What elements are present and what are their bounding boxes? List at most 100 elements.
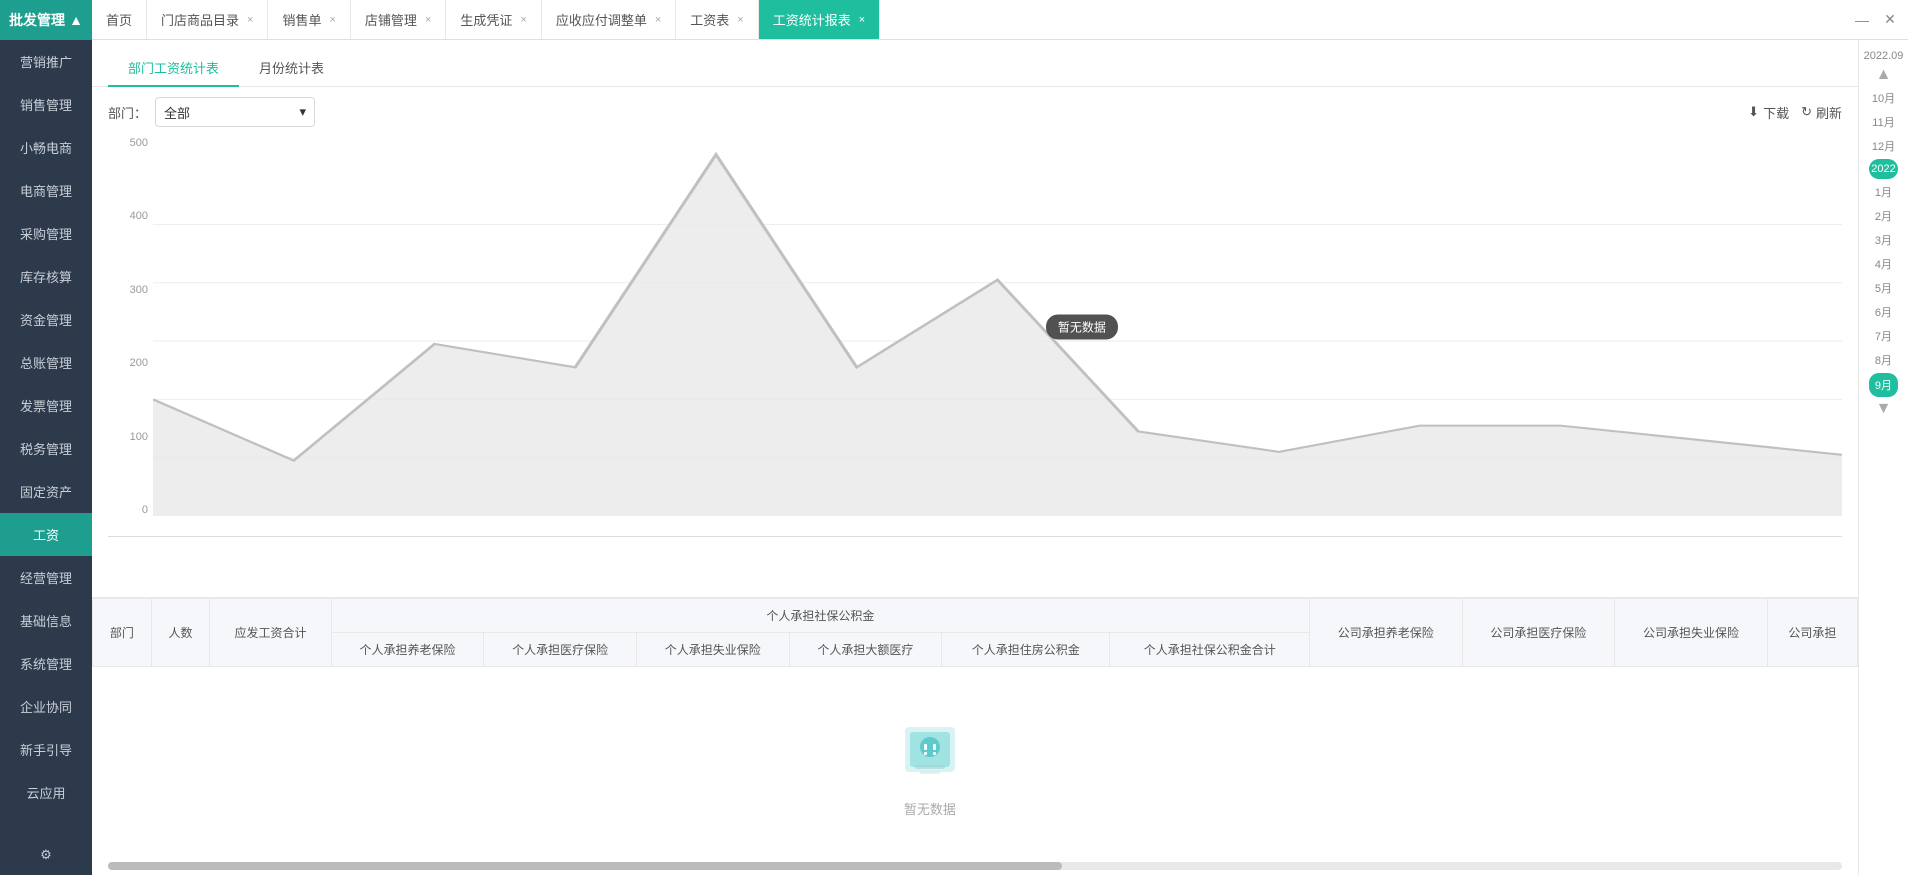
sidebar-item-基础信息[interactable]: 基础信息 [0,599,92,642]
sidebar-title: 批发管理 [9,10,65,30]
col-group-personal: 个人承担社保公积金 [331,599,1309,633]
close-button[interactable]: ✕ [1880,10,1900,30]
sidebar-item-库存核算[interactable]: 库存核算 [0,255,92,298]
page-body: 部门工资统计表月份统计表 部门： 全部 ▾ ⬇ 下载 [92,40,1908,875]
col-personal-pension: 个人承担养老保险 [331,633,484,667]
tab-close-icon[interactable]: × [655,14,661,26]
chart-y-label: 200 [108,357,148,369]
timeline-item-4月[interactable]: 4月 [1865,252,1901,276]
timeline-item-10月[interactable]: 10月 [1865,86,1901,110]
tab-门店商品目录[interactable]: 门店商品目录 × [147,0,268,39]
tab-label: 门店商品目录 [161,10,239,29]
col-dept: 部门 [93,599,152,667]
tab-生成凭证[interactable]: 生成凭证× [446,0,541,39]
sub-tab-月份统计表[interactable]: 月份统计表 [239,50,344,87]
sidebar-item-固定资产[interactable]: 固定资产 [0,470,92,513]
sidebar-item-资金管理[interactable]: 资金管理 [0,298,92,341]
dept-select-value: 全部 [164,103,190,122]
col-company-pension: 公司承担养老保险 [1310,599,1463,667]
timeline-item-3月[interactable]: 3月 [1865,228,1901,252]
tab-label: 销售单 [282,10,321,29]
horizontal-scrollbar[interactable] [108,862,1842,870]
sidebar-item-营销推广[interactable]: 营销推广 [0,40,92,83]
col-company-medical: 公司承担医疗保险 [1462,599,1615,667]
sidebar-header[interactable]: 批发管理 ▲ [0,0,92,40]
col-company-unemploy: 公司承担失业保险 [1615,599,1768,667]
tab-首页[interactable]: 首页 [92,0,147,39]
toolbar: 部门： 全部 ▾ ⬇ 下载 ↻ 刷新 [92,87,1858,137]
toolbar-actions: ⬇ 下载 ↻ 刷新 [1748,103,1842,122]
timeline-item-2月[interactable]: 2月 [1865,204,1901,228]
dept-select[interactable]: 全部 ▾ [155,97,315,127]
content-area: 部门工资统计表月份统计表 部门： 全部 ▾ ⬇ 下载 [92,40,1858,875]
sidebar-item-经营管理[interactable]: 经营管理 [0,556,92,599]
sidebar-item-总账管理[interactable]: 总账管理 [0,341,92,384]
tab-close-icon[interactable]: × [329,14,335,26]
chevron-down-icon: ▾ [299,104,306,120]
timeline-item-6月[interactable]: 6月 [1865,300,1901,324]
timeline-year-2022-label[interactable]: 2022.09 [1864,48,1904,64]
timeline-item-7月[interactable]: 7月 [1865,324,1901,348]
timeline-item-12月[interactable]: 12月 [1865,134,1901,158]
col-personal-large-medical: 个人承担大额医疗 [789,633,942,667]
tab-工资表[interactable]: 工资表× [676,0,758,39]
tab-list: 首页门店商品目录×销售单×店铺管理×生成凭证×应收应付调整单×工资表×工资统计报… [92,0,880,39]
sidebar-item-系统管理[interactable]: 系统管理 [0,642,92,685]
sub-tab-部门工资统计表[interactable]: 部门工资统计表 [108,50,239,87]
tab-工资统计报表[interactable]: 工资统计报表× [759,0,880,39]
sidebar-item-云应用[interactable]: 云应用 [0,771,92,814]
sidebar-settings[interactable]: ⚙ [0,835,92,875]
timeline-nav-down[interactable]: ▼ [1859,398,1908,420]
timeline-nav-up[interactable]: ▲ [1859,64,1908,86]
timeline-item-9月[interactable]: 9月 [1869,373,1897,397]
sidebar-item-税务管理[interactable]: 税务管理 [0,427,92,470]
window-controls: — ✕ [1852,10,1908,30]
tab-close-icon[interactable]: × [247,14,253,26]
sidebar-item-采购管理[interactable]: 采购管理 [0,212,92,255]
empty-illustration [890,707,970,787]
timeline-item-5月[interactable]: 5月 [1865,276,1901,300]
empty-text: 暂无数据 [904,799,956,818]
table-area[interactable]: 部门 人数 应发工资合计 个人承担社保公积金 公司承担养老保险 公司承担医疗保险… [92,597,1858,875]
tab-应收应付调整单[interactable]: 应收应付调整单 × [542,0,676,39]
tab-店铺管理[interactable]: 店铺管理× [351,0,446,39]
download-button[interactable]: ⬇ 下载 [1748,103,1789,122]
col-total-wage: 应发工资合计 [210,599,331,667]
chart-y-label: 100 [108,431,148,443]
chart-container: 0100200300400500 暂无数据 [108,137,1842,537]
tab-close-icon[interactable]: × [425,14,431,26]
sidebar-item-新手引导[interactable]: 新手引导 [0,728,92,771]
main-area: 首页门店商品目录×销售单×店铺管理×生成凭证×应收应付调整单×工资表×工资统计报… [92,0,1908,875]
chart-y-label: 400 [108,210,148,222]
scrollbar-thumb[interactable] [108,862,1062,870]
timeline-item-2022[interactable]: 2022 [1869,159,1897,179]
refresh-button[interactable]: ↻ 刷新 [1801,103,1842,122]
download-icon: ⬇ [1748,104,1759,120]
table-header-row-1: 部门 人数 应发工资合计 个人承担社保公积金 公司承担养老保险 公司承担医疗保险… [93,599,1858,633]
timeline-item-8月[interactable]: 8月 [1865,348,1901,372]
tab-close-icon[interactable]: × [737,14,743,26]
sidebar-item-销售管理[interactable]: 销售管理 [0,83,92,126]
col-personal-housing: 个人承担住房公积金 [942,633,1110,667]
tab-close-icon[interactable]: × [859,14,865,26]
tab-销售单[interactable]: 销售单 × [268,0,350,39]
tab-bar: 首页门店商品目录×销售单×店铺管理×生成凭证×应收应付调整单×工资表×工资统计报… [92,0,1908,40]
tab-close-icon[interactable]: × [520,14,526,26]
sidebar: 批发管理 ▲ 营销推广销售管理小畅电商电商管理采购管理库存核算资金管理总账管理发… [0,0,92,875]
sidebar-item-小畅电商[interactable]: 小畅电商 [0,126,92,169]
chart-svg: 暂无数据 [153,137,1842,516]
timeline-item-1月[interactable]: 1月 [1865,180,1901,204]
download-label: 下载 [1763,103,1789,122]
chart-y-label: 500 [108,137,148,149]
timeline-item-11月[interactable]: 11月 [1865,110,1901,134]
dept-filter: 部门： 全部 ▾ [108,97,315,127]
tab-label: 应收应付调整单 [556,10,647,29]
sidebar-item-企业协同[interactable]: 企业协同 [0,685,92,728]
sidebar-item-工资[interactable]: 工资 [0,513,92,556]
col-personal-medical: 个人承担医疗保险 [484,633,637,667]
sidebar-item-电商管理[interactable]: 电商管理 [0,169,92,212]
chart-y-labels: 0100200300400500 [108,137,148,516]
sidebar-item-发票管理[interactable]: 发票管理 [0,384,92,427]
table-empty-row: 暂无数据 [93,667,1858,859]
minimize-button[interactable]: — [1852,10,1872,30]
